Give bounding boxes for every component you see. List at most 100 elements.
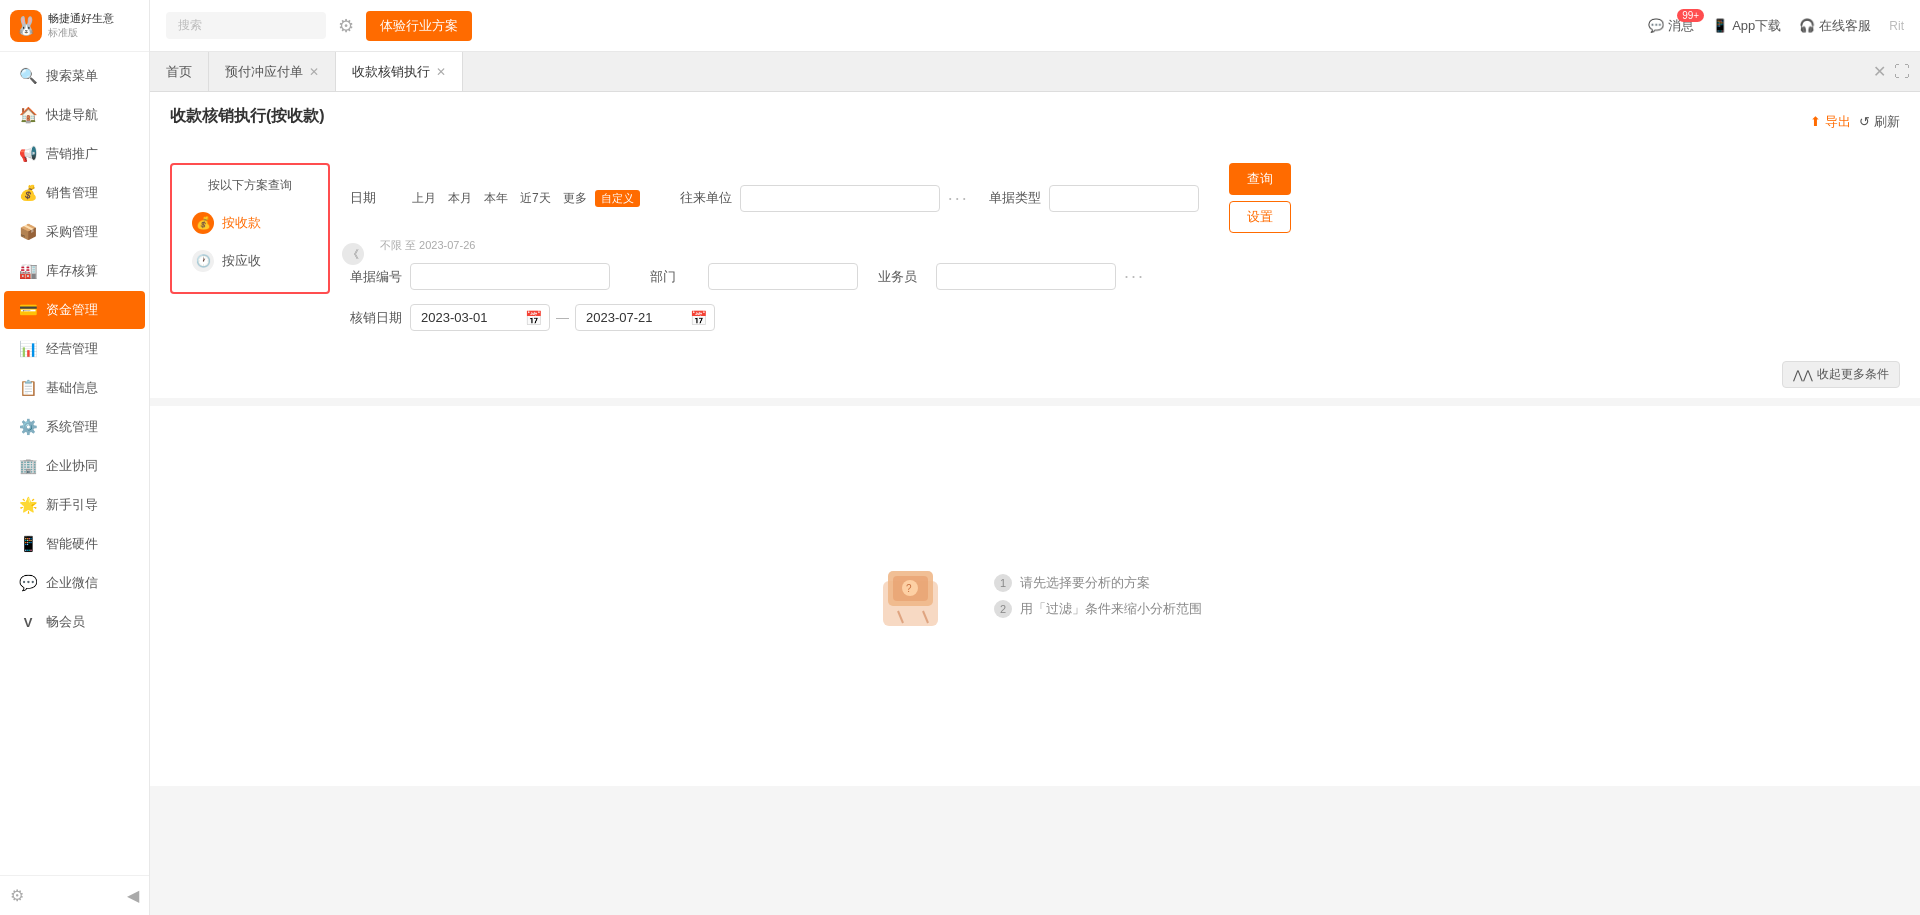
query-panel-wrapper: 按以下方案查询 💰 按收款 🕐 按应收 《 xyxy=(170,163,350,345)
tab-expand-icon[interactable]: ⛶ xyxy=(1894,63,1910,81)
industry-solution-button[interactable]: 体验行业方案 xyxy=(366,11,472,41)
tab-home[interactable]: 首页 xyxy=(150,52,209,91)
search-button[interactable]: 查询 xyxy=(1229,163,1291,195)
date-more[interactable]: 更多 xyxy=(559,188,591,209)
date-last-7days[interactable]: 近7天 xyxy=(516,188,555,209)
top-actions: ⬆ 导出 ↺ 刷新 xyxy=(1810,113,1900,131)
filter-row-3: 核销日期 📅 — 📅 xyxy=(350,304,1900,331)
query-panel-collapse-arrow[interactable]: 《 xyxy=(342,243,364,265)
app-download-icon: 📱 xyxy=(1712,18,1728,33)
sidebar-item-smart-hw[interactable]: 📱 智能硬件 xyxy=(4,525,145,563)
sidebar-item-marketing[interactable]: 📢 营销推广 xyxy=(4,135,145,173)
sidebar: 🐰 畅捷通好生意 标准版 🔍 搜索菜单 🏠 快捷导航 📢 营销推广 💰 销售管理… xyxy=(0,0,150,915)
settings-button[interactable]: 设置 xyxy=(1229,201,1291,233)
query-option-by-receivable[interactable]: 🕐 按应收 xyxy=(182,242,318,280)
app-download-link[interactable]: 📱 App下载 xyxy=(1712,17,1781,35)
tab-prepay[interactable]: 预付冲应付单 ✕ xyxy=(209,52,336,91)
doc-type-filter-group: 单据类型 xyxy=(989,185,1199,212)
topbar-search-box: 搜索 xyxy=(166,12,326,39)
tab-prepay-close[interactable]: ✕ xyxy=(309,65,319,79)
sidebar-item-system[interactable]: ⚙️ 系统管理 xyxy=(4,408,145,446)
tab-close-all-icon[interactable]: ✕ xyxy=(1873,62,1886,81)
tab-actions: ✕ ⛶ xyxy=(1863,52,1920,91)
main-area: 搜索 ⚙ 体验行业方案 💬 消息 99+ 📱 App下载 🎧 在线客服 Rit … xyxy=(150,0,1920,915)
by-receipt-icon: 💰 xyxy=(192,212,214,234)
verify-date-filter-group: 核销日期 📅 — 📅 xyxy=(350,304,715,331)
sidebar-item-search-menu[interactable]: 🔍 搜索菜单 xyxy=(4,57,145,95)
sidebar-item-weixin[interactable]: 💬 企业微信 xyxy=(4,564,145,602)
partner-more-icon[interactable]: ··· xyxy=(948,188,969,209)
doc-no-label: 单据编号 xyxy=(350,268,402,286)
verify-date-label: 核销日期 xyxy=(350,309,402,327)
search-menu-icon: 🔍 xyxy=(18,67,38,85)
empty-illustration: ? xyxy=(868,551,958,641)
sidebar-logo: 🐰 畅捷通好生意 标准版 xyxy=(0,0,149,52)
doc-no-input[interactable] xyxy=(410,263,610,290)
staff-more-icon[interactable]: ··· xyxy=(1124,266,1145,287)
empty-hints: 1 请先选择要分析的方案 2 用「过滤」条件来缩小分析范围 xyxy=(994,574,1202,618)
sidebar-item-quick-nav[interactable]: 🏠 快捷导航 xyxy=(4,96,145,134)
message-badge[interactable]: 💬 消息 99+ xyxy=(1648,17,1694,35)
logo-name: 畅捷通好生意 xyxy=(48,11,114,26)
message-icon: 💬 xyxy=(1648,18,1664,33)
export-icon: ⬆ xyxy=(1810,114,1821,129)
sidebar-item-enterprise[interactable]: 🏢 企业协同 xyxy=(4,447,145,485)
collapse-more-button[interactable]: ⋀⋀ 收起更多条件 xyxy=(1782,361,1900,388)
sidebar-item-finance[interactable]: 💳 资金管理 xyxy=(4,291,145,329)
by-receivable-icon: 🕐 xyxy=(192,250,214,272)
sidebar-item-guide[interactable]: 🌟 新手引导 xyxy=(4,486,145,524)
marketing-icon: 📢 xyxy=(18,145,38,163)
collapse-up-icon: ⋀⋀ xyxy=(1793,368,1813,382)
sidebar-item-operation[interactable]: 📊 经营管理 xyxy=(4,330,145,368)
tab-receivable[interactable]: 收款核销执行 ✕ xyxy=(336,52,463,91)
date-separator: — xyxy=(556,310,569,325)
logo-icon: 🐰 xyxy=(10,10,42,42)
sidebar-item-sales[interactable]: 💰 销售管理 xyxy=(4,174,145,212)
empty-content: ? 1 请先选择要分析的方案 2 用「过滤」条件来缩小分析 xyxy=(868,551,1202,641)
dept-select[interactable] xyxy=(708,263,858,290)
partner-input[interactable] xyxy=(740,185,940,212)
filter-area: 按以下方案查询 💰 按收款 🕐 按应收 《 xyxy=(150,147,1920,361)
date-this-month[interactable]: 本月 xyxy=(444,188,476,209)
sidebar-item-inventory[interactable]: 🏭 库存核算 xyxy=(4,252,145,290)
export-button[interactable]: ⬆ 导出 xyxy=(1810,113,1851,131)
filter-fields: 日期 上月 本月 本年 近7天 更多 自定义 往来单位 xyxy=(350,163,1900,345)
staff-input[interactable] xyxy=(936,263,1116,290)
verify-date-end-wrap: 📅 xyxy=(575,304,715,331)
tab-receivable-close[interactable]: ✕ xyxy=(436,65,446,79)
date-last-month[interactable]: 上月 xyxy=(408,188,440,209)
filter-actions: 查询 设置 xyxy=(1229,163,1291,233)
weixin-icon: 💬 xyxy=(18,574,38,592)
query-panel-title: 按以下方案查询 xyxy=(182,177,318,194)
dept-filter-group: 部门 xyxy=(650,263,858,290)
hint-2-number: 2 xyxy=(994,600,1012,618)
date-custom-badge[interactable]: 自定义 xyxy=(595,190,640,207)
date-sub-hint: 不限 至 2023-07-26 xyxy=(380,237,1900,253)
headset-icon: 🎧 xyxy=(1799,18,1815,33)
doc-type-select[interactable] xyxy=(1049,185,1199,212)
sidebar-collapse-icon[interactable]: ◀ xyxy=(127,886,139,905)
date-label: 日期 xyxy=(350,189,400,207)
user-name[interactable]: Rit xyxy=(1889,19,1904,33)
empty-svg-icon: ? xyxy=(868,551,958,641)
sidebar-item-purchase[interactable]: 📦 采购管理 xyxy=(4,213,145,251)
verify-date-start-cal-icon[interactable]: 📅 xyxy=(525,310,542,326)
doc-no-filter-group: 单据编号 xyxy=(350,263,610,290)
date-filter-group: 日期 上月 本月 本年 近7天 更多 自定义 xyxy=(350,188,640,209)
online-service-link[interactable]: 🎧 在线客服 xyxy=(1799,17,1871,35)
smart-hw-icon: 📱 xyxy=(18,535,38,553)
query-option-by-receipt[interactable]: 💰 按收款 xyxy=(182,204,318,242)
topbar-gear-icon[interactable]: ⚙ xyxy=(338,15,354,37)
dept-label: 部门 xyxy=(650,268,700,286)
sidebar-bottom: ⚙ ◀ xyxy=(0,875,149,915)
sidebar-settings-icon[interactable]: ⚙ xyxy=(10,886,24,905)
sidebar-item-member[interactable]: V 畅会员 xyxy=(4,603,145,641)
finance-icon: 💳 xyxy=(18,301,38,319)
system-icon: ⚙️ xyxy=(18,418,38,436)
date-this-year[interactable]: 本年 xyxy=(480,188,512,209)
purchase-icon: 📦 xyxy=(18,223,38,241)
sidebar-item-basic-info[interactable]: 📋 基础信息 xyxy=(4,369,145,407)
empty-inner: ? 1 请先选择要分析的方案 2 用「过滤」条件来缩小分析 xyxy=(868,551,1202,641)
verify-date-end-cal-icon[interactable]: 📅 xyxy=(690,310,707,326)
refresh-button[interactable]: ↺ 刷新 xyxy=(1859,113,1900,131)
